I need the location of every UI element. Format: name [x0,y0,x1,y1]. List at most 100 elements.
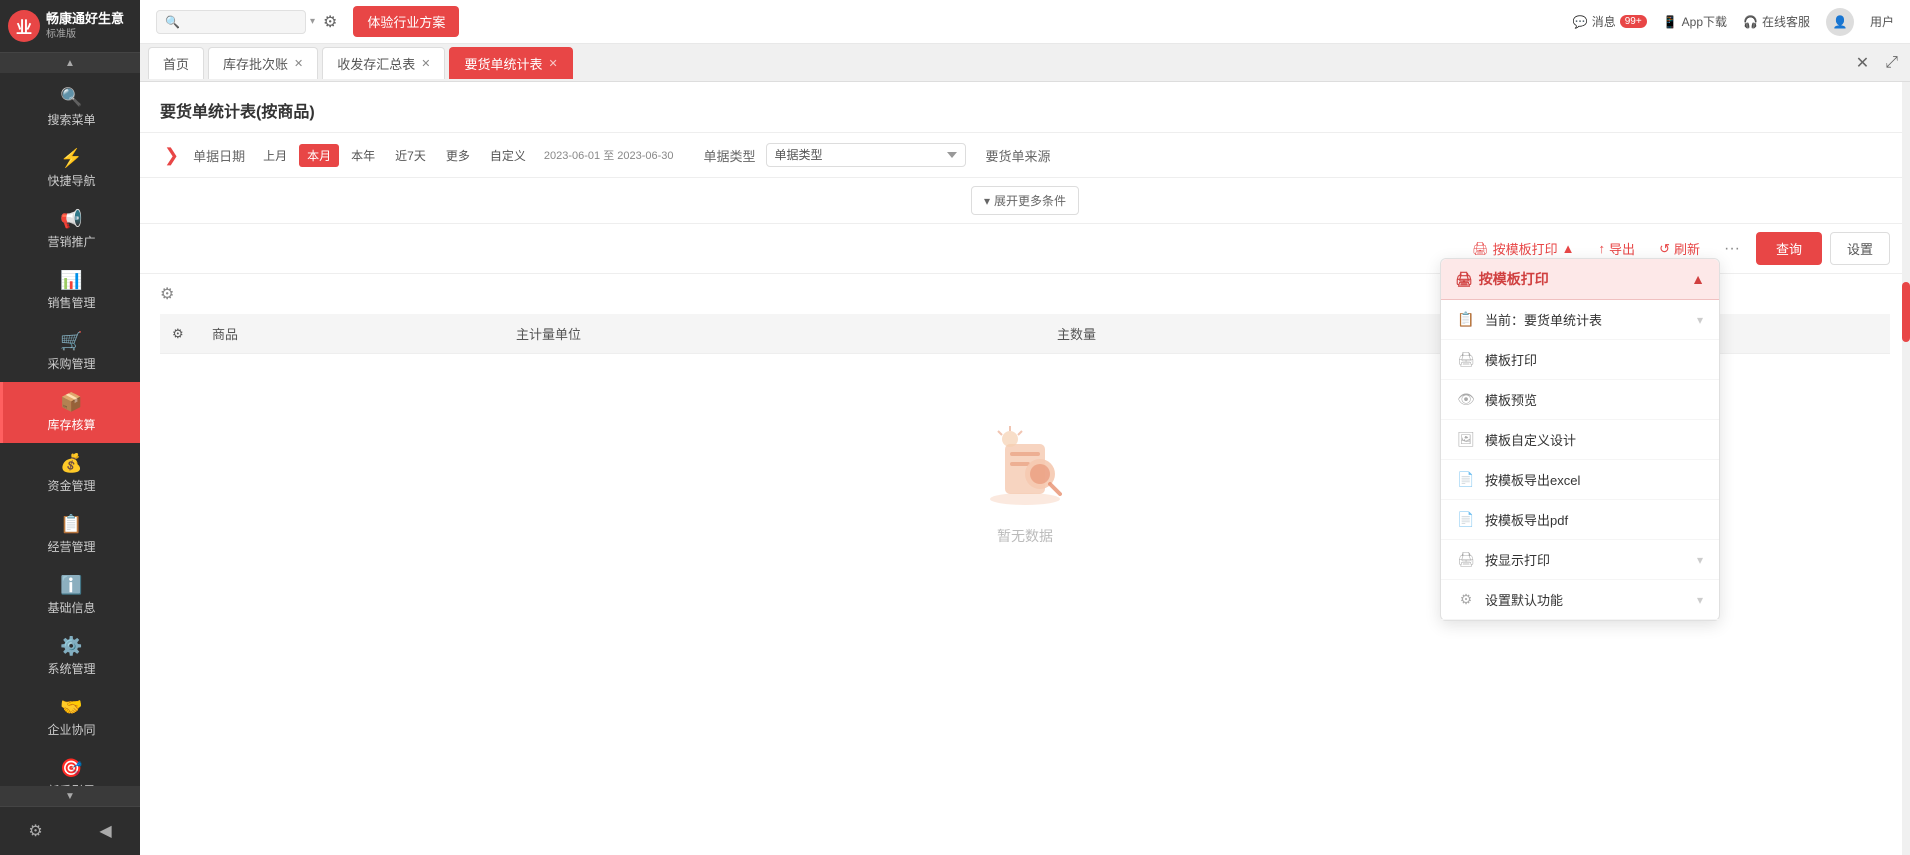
date-btn-prev-month[interactable]: 上月 [255,144,295,167]
query-btn[interactable]: 查询 [1756,232,1822,265]
search-input[interactable] [184,15,284,29]
date-btn-last7[interactable]: 近7天 [387,144,434,167]
refresh-btn-label: 刷新 [1674,239,1700,258]
main-area: 🔍 ▾ ⚙ 体验行业方案 💬 消息 99+ 📱 App下载 🎧 在线客服 👤 用… [140,0,1910,855]
tab-order-stats-close[interactable]: ✕ [549,57,558,70]
search-dropdown-arrow[interactable]: ▾ [310,16,315,27]
tab-bar-actions: ✕ ⤢ [1852,49,1902,77]
toolbar-right: 🖨 按模板打印 ▲ ↑ 导出 ↺ 刷新 ··· 查询 设置 🖨 按模板打印 [140,224,1910,274]
expand-icon: ▾ [984,194,990,208]
setup-btn[interactable]: 设置 [1830,232,1890,265]
dropdown-display-print-label: 按显示打印 [1485,550,1687,569]
sidebar-item-search[interactable]: 🔍 搜索菜单 [0,77,140,138]
sidebar-item-basics[interactable]: ℹ️ 基础信息 [0,565,140,626]
tab-close-all-btn[interactable]: ✕ [1852,49,1873,77]
trial-btn[interactable]: 体验行业方案 [353,6,459,37]
col-settings: ⚙ [160,314,200,354]
online-service-label: 在线客服 [1762,13,1810,30]
purchase-icon: 🛒 [60,331,82,352]
message-label: 消息 [1592,13,1616,30]
sidebar-item-sales[interactable]: 📊 销售管理 [0,260,140,321]
tab-collection-summary[interactable]: 收发存汇总表 ✕ [322,47,445,79]
dropdown-export-pdf[interactable]: 📄 按模板导出pdf [1441,500,1719,540]
sidebar-item-enterprise[interactable]: 🤝 企业协同 [0,687,140,748]
tab-collection-summary-label: 收发存汇总表 [337,54,415,73]
sidebar-item-label: 快捷导航 [47,172,95,189]
sidebar-item-inventory[interactable]: 📦 库存核算 [0,382,140,443]
date-filter-group: 上月 本月 本年 近7天 更多 自定义 [255,144,534,167]
print-icon: 🖨 [1472,241,1489,257]
sidebar-item-quick-nav[interactable]: ⚡ 快捷导航 [0,138,140,199]
filter-expand-btn[interactable]: ❯ [160,145,183,166]
sidebar-item-label: 系统管理 [47,660,95,677]
sidebar-item-label: 库存核算 [47,416,95,433]
date-btn-more[interactable]: 更多 [438,144,478,167]
filter-row: 单据日期 上月 本月 本年 近7天 更多 自定义 2023-06-01 至 20… [193,143,1890,167]
sidebar-item-guide[interactable]: 🎯 新手引导 [0,748,140,786]
tab-expand-btn[interactable]: ⤢ [1881,50,1902,76]
date-filter-label: 单据日期 [193,146,245,165]
sidebar-item-purchase[interactable]: 🛒 采购管理 [0,321,140,382]
tab-batch-accounts[interactable]: 库存批次账 ✕ [208,47,318,79]
dropdown-collapse-arrow[interactable]: ▲ [1691,271,1705,287]
sidebar-scroll-up[interactable]: ▲ [0,53,140,73]
dropdown-current-item[interactable]: 📋 当前：要货单统计表 ▾ [1441,300,1719,340]
online-service-btn[interactable]: 🎧 在线客服 [1743,13,1810,30]
dropdown-template-preview-label: 模板预览 [1485,390,1537,409]
message-btn[interactable]: 💬 消息 99+ [1573,13,1647,30]
dropdown-display-print[interactable]: 🖨 按显示打印 ▾ [1441,540,1719,580]
date-btn-current-year[interactable]: 本年 [343,144,383,167]
date-btn-current-month[interactable]: 本月 [299,144,339,167]
dropdown-template-design[interactable]: 🖼 模板自定义设计 [1441,420,1719,460]
dropdown-panel-header: 🖨 按模板打印 ▲ [1441,259,1719,300]
more-btn[interactable]: ··· [1716,236,1748,262]
tab-batch-accounts-label: 库存批次账 [223,54,288,73]
sidebar-item-operations[interactable]: 📋 经营管理 [0,504,140,565]
app-subtitle: 标准版 [46,28,124,41]
date-btn-custom[interactable]: 自定义 [482,144,534,167]
export-pdf-icon: 📄 [1457,511,1475,528]
display-print-arrow: ▾ [1697,553,1703,567]
tab-bar: 首页 库存批次账 ✕ 收发存汇总表 ✕ 要货单统计表 ✕ ✕ ⤢ [140,44,1910,82]
table-settings-btn[interactable]: ⚙ [160,284,174,304]
order-source-label: 要货单来源 [986,146,1051,165]
app-name: 畅康通好生意 [46,11,124,28]
empty-text: 暂无数据 [997,526,1053,546]
dropdown-template-preview[interactable]: 👁 模板预览 [1441,380,1719,420]
settings-bottom-icon[interactable]: ⚙ [20,817,50,845]
sidebar-item-system[interactable]: ⚙️ 系统管理 [0,626,140,687]
dropdown-template-print[interactable]: 🖨 模板打印 [1441,340,1719,380]
tab-order-stats-label: 要货单统计表 [464,54,542,73]
right-scrollbar[interactable] [1902,82,1910,855]
tab-home[interactable]: 首页 [148,47,204,79]
tab-batch-accounts-close[interactable]: ✕ [294,57,303,70]
col-quantity: 主数量 [1045,314,1428,354]
collapse-icon[interactable]: ◀ [91,817,119,845]
col-product: 商品 [200,314,504,354]
dropdown-set-default[interactable]: ⚙ 设置默认功能 ▾ [1441,580,1719,620]
sidebar-item-finance[interactable]: 💰 资金管理 [0,443,140,504]
scrollbar-thumb[interactable] [1902,282,1910,342]
avatar[interactable]: 👤 [1826,8,1854,36]
search-box[interactable]: 🔍 [156,10,306,34]
finance-icon: 💰 [60,453,82,474]
tab-collection-summary-close[interactable]: ✕ [421,57,430,70]
dropdown-export-excel[interactable]: 📄 按模板导出excel [1441,460,1719,500]
sidebar-bottom: ⚙ ◀ [0,806,140,855]
enterprise-icon: 🤝 [60,697,82,718]
tab-order-stats[interactable]: 要货单统计表 ✕ [449,47,572,79]
sidebar-item-label: 经营管理 [47,538,95,555]
dropdown-template-design-label: 模板自定义设计 [1485,430,1576,449]
expand-conditions-row: ▾ 展开更多条件 [140,178,1910,224]
marketing-icon: 📢 [60,209,82,230]
dropdown-header-title: 🖨 按模板打印 [1455,269,1549,289]
expand-conditions-btn[interactable]: ▾ 展开更多条件 [971,186,1079,215]
topbar-settings-icon[interactable]: ⚙ [323,12,337,32]
app-download-btn[interactable]: 📱 App下载 [1663,13,1727,30]
col-unit: 主计量单位 [504,314,1045,354]
sidebar-scroll-down[interactable]: ▼ [0,786,140,806]
username: 用户 [1870,13,1894,30]
refresh-icon: ↺ [1659,241,1670,257]
sidebar-item-marketing[interactable]: 📢 营销推广 [0,199,140,260]
type-filter-select[interactable]: 单据类型 [766,143,966,167]
